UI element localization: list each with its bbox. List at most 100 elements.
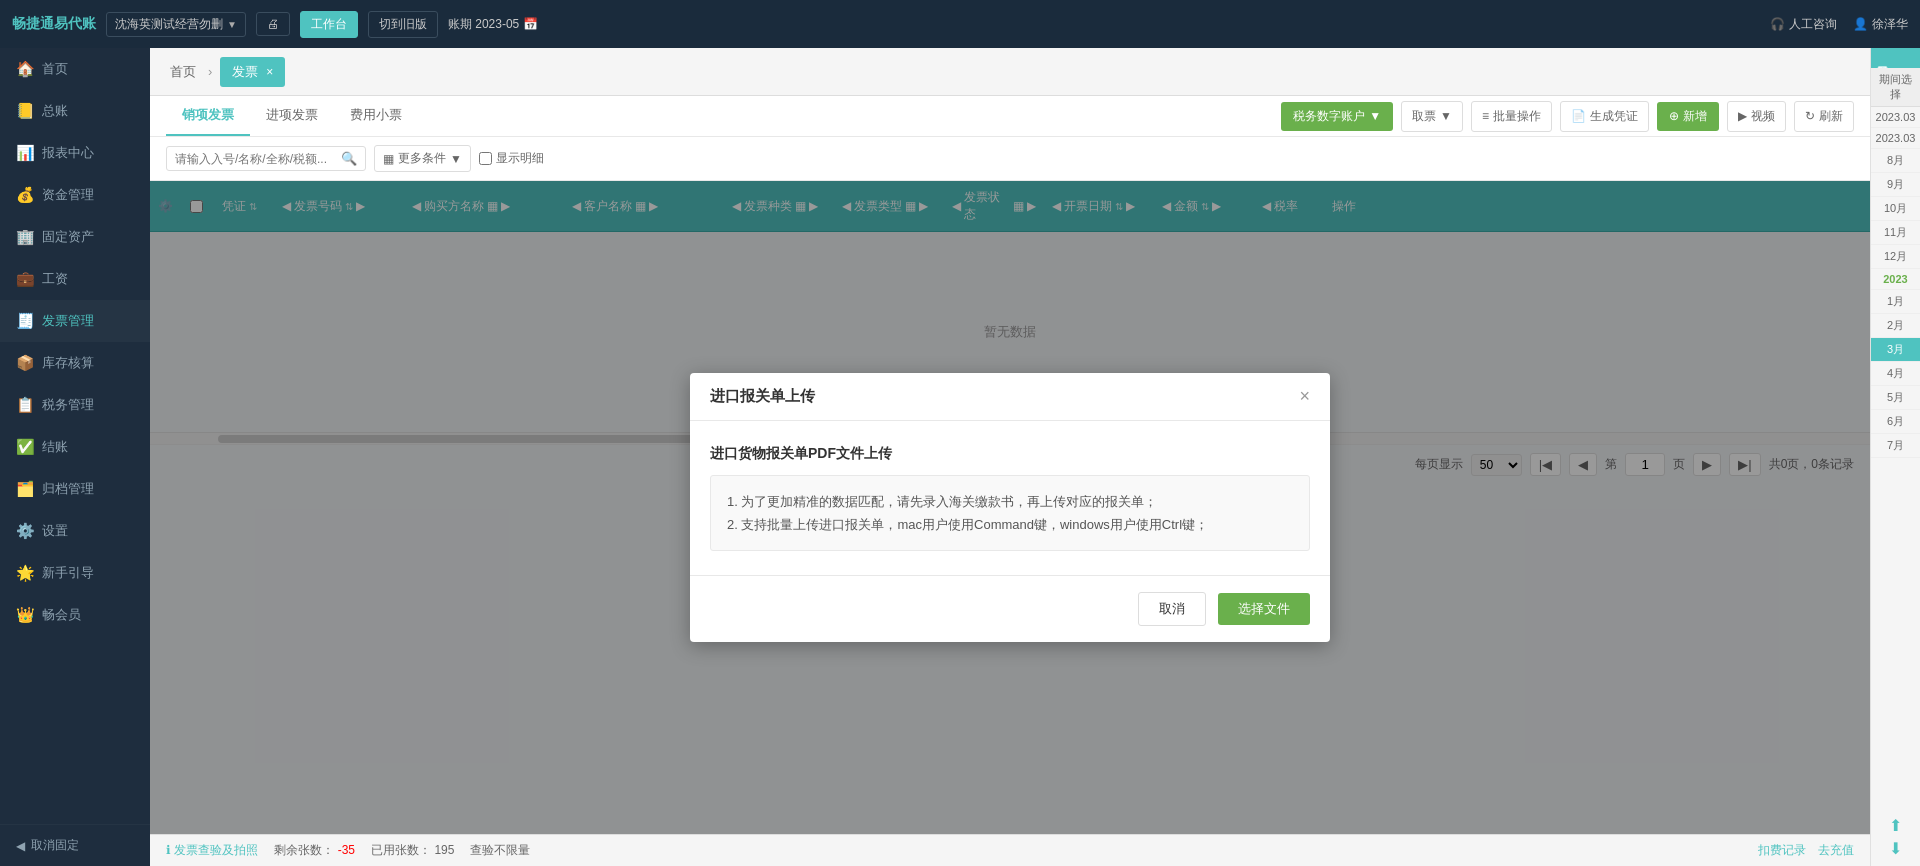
month-3-active[interactable]: 3月 <box>1871 338 1920 362</box>
modal-body: 进口货物报关单PDF文件上传 1. 为了更加精准的数据匹配，请先录入海关缴款书，… <box>690 421 1330 576</box>
sidebar-label-tax: 税务管理 <box>42 396 94 414</box>
period-info: 账期 2023-05 📅 <box>448 16 538 33</box>
sidebar-label-funds: 资金管理 <box>42 186 94 204</box>
batch-operation-button[interactable]: ≡ 批量操作 <box>1471 101 1552 132</box>
content-header: 首页 › 发票 × <box>150 48 1870 96</box>
month-11[interactable]: 11月 <box>1871 221 1920 245</box>
select-file-button[interactable]: 选择文件 <box>1218 593 1310 625</box>
sidebar-label-invoice: 发票管理 <box>42 312 94 330</box>
search-toolbar: 🔍 ▦ 更多条件 ▼ 显示明细 <box>150 137 1870 181</box>
generate-icon: 📄 <box>1571 109 1586 123</box>
notice-item-2: 2. 支持批量上传进口报关单，mac用户使用Command键，windows用户… <box>727 513 1293 536</box>
workspace-button[interactable]: 工作台 <box>300 11 358 38</box>
chevron-down-icon: ▼ <box>227 19 237 30</box>
sidebar-item-funds[interactable]: 💰 资金管理 <box>0 174 150 216</box>
open-date-panel-button[interactable]: 开票日期 <box>1871 48 1920 68</box>
search-input[interactable] <box>175 152 337 166</box>
support-button[interactable]: 🎧 人工咨询 <box>1770 16 1837 33</box>
sidebar-item-guide[interactable]: 🌟 新手引导 <box>0 552 150 594</box>
calendar-icon[interactable]: 📅 <box>523 17 538 31</box>
unpin-button[interactable]: ◀ 取消固定 <box>0 824 150 866</box>
invoice-check-link[interactable]: ℹ 发票查验及拍照 <box>166 842 258 859</box>
close-tab-icon[interactable]: × <box>266 65 273 79</box>
sidebar-label-inventory: 库存核算 <box>42 354 94 372</box>
footer-links: 扣费记录 去充值 <box>1758 842 1854 859</box>
headset-icon: 🎧 <box>1770 17 1785 31</box>
modal-footer: 取消 选择文件 <box>690 575 1330 642</box>
collapse-up-icon[interactable]: ⬆ <box>1889 816 1902 835</box>
show-detail-checkbox[interactable]: 显示明细 <box>479 150 544 167</box>
sidebar-label-settlement: 结账 <box>42 438 68 456</box>
sidebar-item-tax[interactable]: 📋 税务管理 <box>0 384 150 426</box>
top-bar: 畅捷通易代账 沈海英测试经营勿删 ▼ 🖨 工作台 切到旧版 账期 2023-05… <box>0 0 1920 48</box>
import-customs-modal: 进口报关单上传 × 进口货物报关单PDF文件上传 1. 为了更加精准的数据匹配，… <box>690 373 1330 643</box>
sidebar-item-settlement[interactable]: ✅ 结账 <box>0 426 150 468</box>
print-icon-btn[interactable]: 🖨 <box>256 12 290 36</box>
tax-icon: 📋 <box>16 396 34 414</box>
month-1[interactable]: 1月 <box>1871 290 1920 314</box>
filter-arrow-icon: ▼ <box>450 152 462 166</box>
company-selector[interactable]: 沈海英测试经营勿删 ▼ <box>106 12 246 37</box>
generate-voucher-button[interactable]: 📄 生成凭证 <box>1560 101 1649 132</box>
fee-record-link[interactable]: 扣费记录 <box>1758 842 1806 859</box>
sidebar-item-home[interactable]: 🏠 首页 <box>0 48 150 90</box>
user-avatar[interactable]: 👤 徐泽华 <box>1853 16 1908 33</box>
month-8[interactable]: 8月 <box>1871 149 1920 173</box>
salary-icon: 💼 <box>16 270 34 288</box>
sidebar-label-settings: 设置 <box>42 522 68 540</box>
tab-purchase-invoice[interactable]: 进项发票 <box>250 96 334 136</box>
month-9[interactable]: 9月 <box>1871 173 1920 197</box>
sidebar-label-ledger: 总账 <box>42 102 68 120</box>
vip-icon: 👑 <box>16 606 34 624</box>
month-6[interactable]: 6月 <box>1871 410 1920 434</box>
remaining-label: 剩余张数： -35 <box>274 842 355 859</box>
month-12[interactable]: 12月 <box>1871 245 1920 269</box>
sidebar-item-archive[interactable]: 🗂️ 归档管理 <box>0 468 150 510</box>
more-filter-button[interactable]: ▦ 更多条件 ▼ <box>374 145 471 172</box>
company-name: 沈海英测试经营勿删 <box>115 16 223 33</box>
funds-icon: 💰 <box>16 186 34 204</box>
sidebar-item-settings[interactable]: ⚙️ 设置 <box>0 510 150 552</box>
sidebar-item-invoice[interactable]: 🧾 发票管理 <box>0 300 150 342</box>
sidebar-item-reports[interactable]: 📊 报表中心 <box>0 132 150 174</box>
cancel-ticket-button[interactable]: 取票 ▼ <box>1401 101 1463 132</box>
month-2023-03-1[interactable]: 2023.03 <box>1871 107 1920 128</box>
collapse-down-icon[interactable]: ⬇ <box>1889 839 1902 858</box>
sidebar-item-salary[interactable]: 💼 工资 <box>0 258 150 300</box>
video-button[interactable]: ▶ 视频 <box>1727 101 1786 132</box>
switch-old-version-button[interactable]: 切到旧版 <box>368 11 438 38</box>
app-logo: 畅捷通易代账 <box>12 15 96 33</box>
sidebar-label-vip: 畅会员 <box>42 606 81 624</box>
year-2023[interactable]: 2023 <box>1871 269 1920 290</box>
avatar-icon: 👤 <box>1853 17 1868 31</box>
detail-checkbox-input[interactable] <box>479 152 492 165</box>
month-2[interactable]: 2月 <box>1871 314 1920 338</box>
home-tab[interactable]: 首页 <box>166 63 200 81</box>
sidebar-item-ledger[interactable]: 📒 总账 <box>0 90 150 132</box>
refresh-button[interactable]: ↻ 刷新 <box>1794 101 1854 132</box>
tax-digital-account-button[interactable]: 税务数字账户 ▼ <box>1281 102 1393 131</box>
search-box[interactable]: 🔍 <box>166 146 366 171</box>
tab-sales-invoice[interactable]: 销项发票 <box>166 96 250 136</box>
invoice-tabs: 销项发票 进项发票 费用小票 税务数字账户 ▼ 取票 ▼ ≡ 批量操作 <box>150 96 1870 137</box>
recharge-link[interactable]: 去充值 <box>1818 842 1854 859</box>
add-invoice-button[interactable]: ⊕ 新增 <box>1657 102 1719 131</box>
pin-icon: ◀ <box>16 839 25 853</box>
tab-expense-receipt[interactable]: 费用小票 <box>334 96 418 136</box>
modal-section-title: 进口货物报关单PDF文件上传 <box>710 445 1310 463</box>
month-5[interactable]: 5月 <box>1871 386 1920 410</box>
settlement-icon: ✅ <box>16 438 34 456</box>
invoice-tab[interactable]: 发票 × <box>220 57 285 87</box>
filter-icon: ▦ <box>383 152 394 166</box>
month-7[interactable]: 7月 <box>1871 434 1920 458</box>
sidebar-item-vip[interactable]: 👑 畅会员 <box>0 594 150 636</box>
month-10[interactable]: 10月 <box>1871 197 1920 221</box>
sidebar-item-assets[interactable]: 🏢 固定资产 <box>0 216 150 258</box>
month-4[interactable]: 4月 <box>1871 362 1920 386</box>
modal-close-button[interactable]: × <box>1299 387 1310 405</box>
search-icon[interactable]: 🔍 <box>341 151 357 166</box>
add-icon: ⊕ <box>1669 109 1679 123</box>
sidebar-item-inventory[interactable]: 📦 库存核算 <box>0 342 150 384</box>
modal-cancel-button[interactable]: 取消 <box>1138 592 1206 626</box>
month-2023-03-2[interactable]: 2023.03 <box>1871 128 1920 149</box>
